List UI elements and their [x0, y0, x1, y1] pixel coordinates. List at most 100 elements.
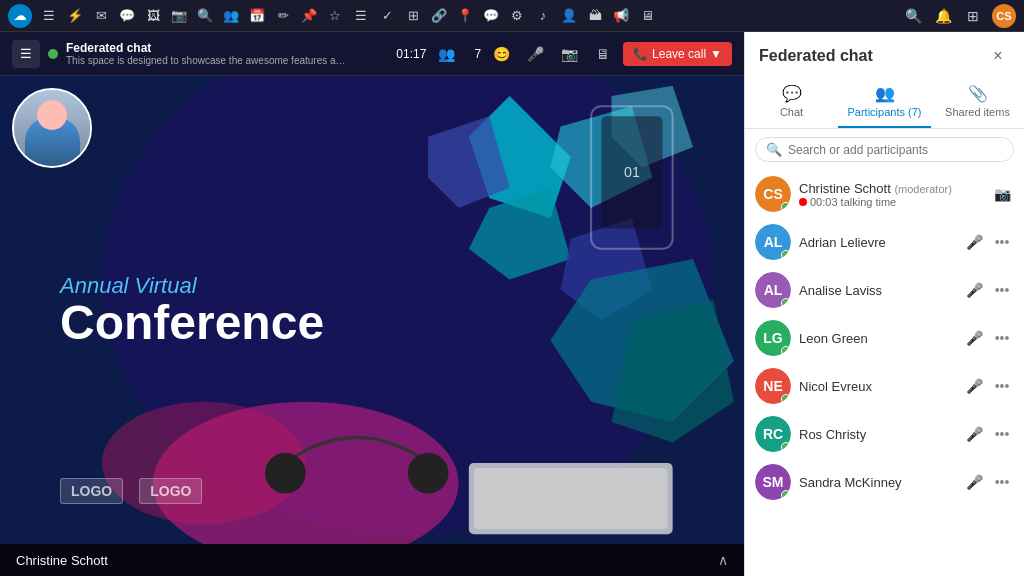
nav-icon-camera[interactable]: 📷	[168, 5, 190, 27]
user-avatar[interactable]: CS	[992, 4, 1016, 28]
nav-icon-calendar[interactable]: 📅	[246, 5, 268, 27]
speaker-bar: Christine Schott ∧	[0, 544, 744, 576]
nav-icon-photos[interactable]: 🖼	[142, 5, 164, 27]
more-options-icon[interactable]: •••	[990, 422, 1014, 446]
more-options-icon[interactable]: •••	[990, 278, 1014, 302]
nav-icon-announce[interactable]: 📢	[610, 5, 632, 27]
participant-actions: 🎤 •••	[962, 422, 1014, 446]
avatar: AL	[755, 224, 791, 260]
mute-mic-button[interactable]: 🎤	[521, 40, 549, 68]
nav-icon-notes[interactable]: ✏	[272, 5, 294, 27]
notifications-button[interactable]: 🔔	[932, 5, 954, 27]
status-indicator	[781, 346, 791, 356]
participant-name: Christine Schott (moderator)	[799, 181, 982, 196]
avatar: CS	[755, 176, 791, 212]
svg-point-16	[408, 453, 449, 494]
mic-icon[interactable]: 🎤	[962, 278, 986, 302]
participant-info: Nicol Evreux	[799, 379, 954, 394]
participant-info: Christine Schott (moderator) 00:03 talki…	[799, 181, 982, 208]
nav-icon-music[interactable]: ♪	[532, 5, 554, 27]
chat-tab-icon: 💬	[782, 84, 802, 103]
nav-icon-mail[interactable]: ✉	[90, 5, 112, 27]
participant-item[interactable]: NE Nicol Evreux 🎤 •••	[745, 362, 1024, 410]
nav-icon-talk[interactable]: 💬	[116, 5, 138, 27]
recording-indicator	[799, 198, 807, 206]
participant-item[interactable]: LG Leon Green 🎤 •••	[745, 314, 1024, 362]
participant-info: Adrian Lelievre	[799, 235, 954, 250]
video-camera-icon[interactable]: 📷	[990, 182, 1014, 206]
toggle-video-button[interactable]: 📷	[555, 40, 583, 68]
nav-icon-person[interactable]: 👤	[558, 5, 580, 27]
nav-icon-menu[interactable]: ☰	[38, 5, 60, 27]
participant-talking-time: 00:03 talking time	[799, 196, 982, 208]
participant-info: Leon Green	[799, 331, 954, 346]
nav-icon-settings[interactable]: ⚙	[506, 5, 528, 27]
mic-icon[interactable]: 🎤	[962, 326, 986, 350]
nav-icon-search[interactable]: 🔍	[194, 5, 216, 27]
main-content: ☰ Federated chat This space is designed …	[0, 32, 1024, 576]
participants-tab-icon: 👥	[875, 84, 895, 103]
shared-tab-icon: 📎	[968, 84, 988, 103]
speaker-chevron-icon[interactable]: ∧	[718, 552, 728, 568]
right-panel: Federated chat × 💬 Chat 👥 Participants (…	[744, 32, 1024, 576]
tab-shared-items[interactable]: 📎 Shared items	[931, 76, 1024, 128]
chat-tab-label: Chat	[780, 106, 803, 118]
nav-icon-screen[interactable]: 🖥	[636, 5, 658, 27]
call-menu-button[interactable]: ☰	[12, 40, 40, 68]
nav-icon-stars[interactable]: ☆	[324, 5, 346, 27]
room-name: Federated chat	[66, 41, 380, 55]
mic-icon[interactable]: 🎤	[962, 422, 986, 446]
screenshare-button[interactable]: 🖥	[589, 40, 617, 68]
nav-icon-contacts[interactable]: 👥	[220, 5, 242, 27]
tab-chat[interactable]: 💬 Chat	[745, 76, 838, 128]
tab-participants[interactable]: 👥 Participants (7)	[838, 76, 931, 128]
panel-title: Federated chat	[759, 47, 873, 65]
nav-icon-activity[interactable]: ⚡	[64, 5, 86, 27]
nav-icon-grid[interactable]: ⊞	[402, 5, 424, 27]
participant-item[interactable]: RC Ros Christy 🎤 •••	[745, 410, 1024, 458]
leave-call-icon: 📞	[633, 47, 648, 61]
more-options-icon[interactable]: •••	[990, 470, 1014, 494]
room-description: This space is designed to showcase the a…	[66, 55, 346, 66]
status-indicator	[781, 202, 791, 212]
call-room-info: Federated chat This space is designed to…	[66, 41, 380, 66]
participant-item[interactable]: AL Analise Laviss 🎤 •••	[745, 266, 1024, 314]
search-input[interactable]	[788, 143, 1003, 157]
search-button[interactable]: 🔍	[902, 5, 924, 27]
logo-2: LOGO	[139, 478, 202, 504]
status-indicator	[781, 394, 791, 404]
leave-call-button[interactable]: 📞 Leave call ▼	[623, 42, 732, 66]
svg-point-15	[265, 453, 306, 494]
nav-icon-check[interactable]: ✓	[376, 5, 398, 27]
participant-item[interactable]: CS Christine Schott (moderator) 00:03 ta…	[745, 170, 1024, 218]
status-indicator	[781, 298, 791, 308]
participant-actions: 🎤 •••	[962, 374, 1014, 398]
participant-item[interactable]: SM Sandra McKinney 🎤 •••	[745, 458, 1024, 506]
panel-close-button[interactable]: ×	[986, 44, 1010, 68]
nav-icon-tasks[interactable]: ☰	[350, 5, 372, 27]
more-options-icon[interactable]: •••	[990, 230, 1014, 254]
more-options-icon[interactable]: •••	[990, 374, 1014, 398]
nextcloud-logo[interactable]: ☁	[8, 4, 32, 28]
participant-name: Sandra McKinney	[799, 475, 954, 490]
shared-tab-label: Shared items	[945, 106, 1010, 118]
topbar: ☁ ☰ ⚡ ✉ 💬 🖼 📷 🔍 👥 📅 ✏ 📌 ☆ ☰ ✓ ⊞ 🔗 📍 💬 ⚙ …	[0, 0, 1024, 32]
nav-icon-bookmarks[interactable]: 📌	[298, 5, 320, 27]
mic-icon[interactable]: 🎤	[962, 230, 986, 254]
apps-button[interactable]: ⊞	[962, 5, 984, 27]
emoji-button[interactable]: 😊	[487, 40, 515, 68]
more-options-icon[interactable]: •••	[990, 326, 1014, 350]
nav-icon-chat2[interactable]: 💬	[480, 5, 502, 27]
participants-list: CS Christine Schott (moderator) 00:03 ta…	[745, 170, 1024, 576]
avatar: SM	[755, 464, 791, 500]
nav-icon-cloud[interactable]: 🏔	[584, 5, 606, 27]
nav-icon-location[interactable]: 📍	[454, 5, 476, 27]
call-timer: 01:17	[396, 47, 426, 61]
conference-text: Annual Virtual Conference	[60, 273, 324, 347]
mic-icon[interactable]: 🎤	[962, 470, 986, 494]
participant-item[interactable]: AL Adrian Lelievre 🎤 •••	[745, 218, 1024, 266]
mic-icon[interactable]: 🎤	[962, 374, 986, 398]
nav-icon-link[interactable]: 🔗	[428, 5, 450, 27]
call-icons: 01:17 👥 7 😊 🎤 📷 🖥 📞 Leave call ▼	[388, 40, 732, 68]
participant-name: Adrian Lelievre	[799, 235, 954, 250]
